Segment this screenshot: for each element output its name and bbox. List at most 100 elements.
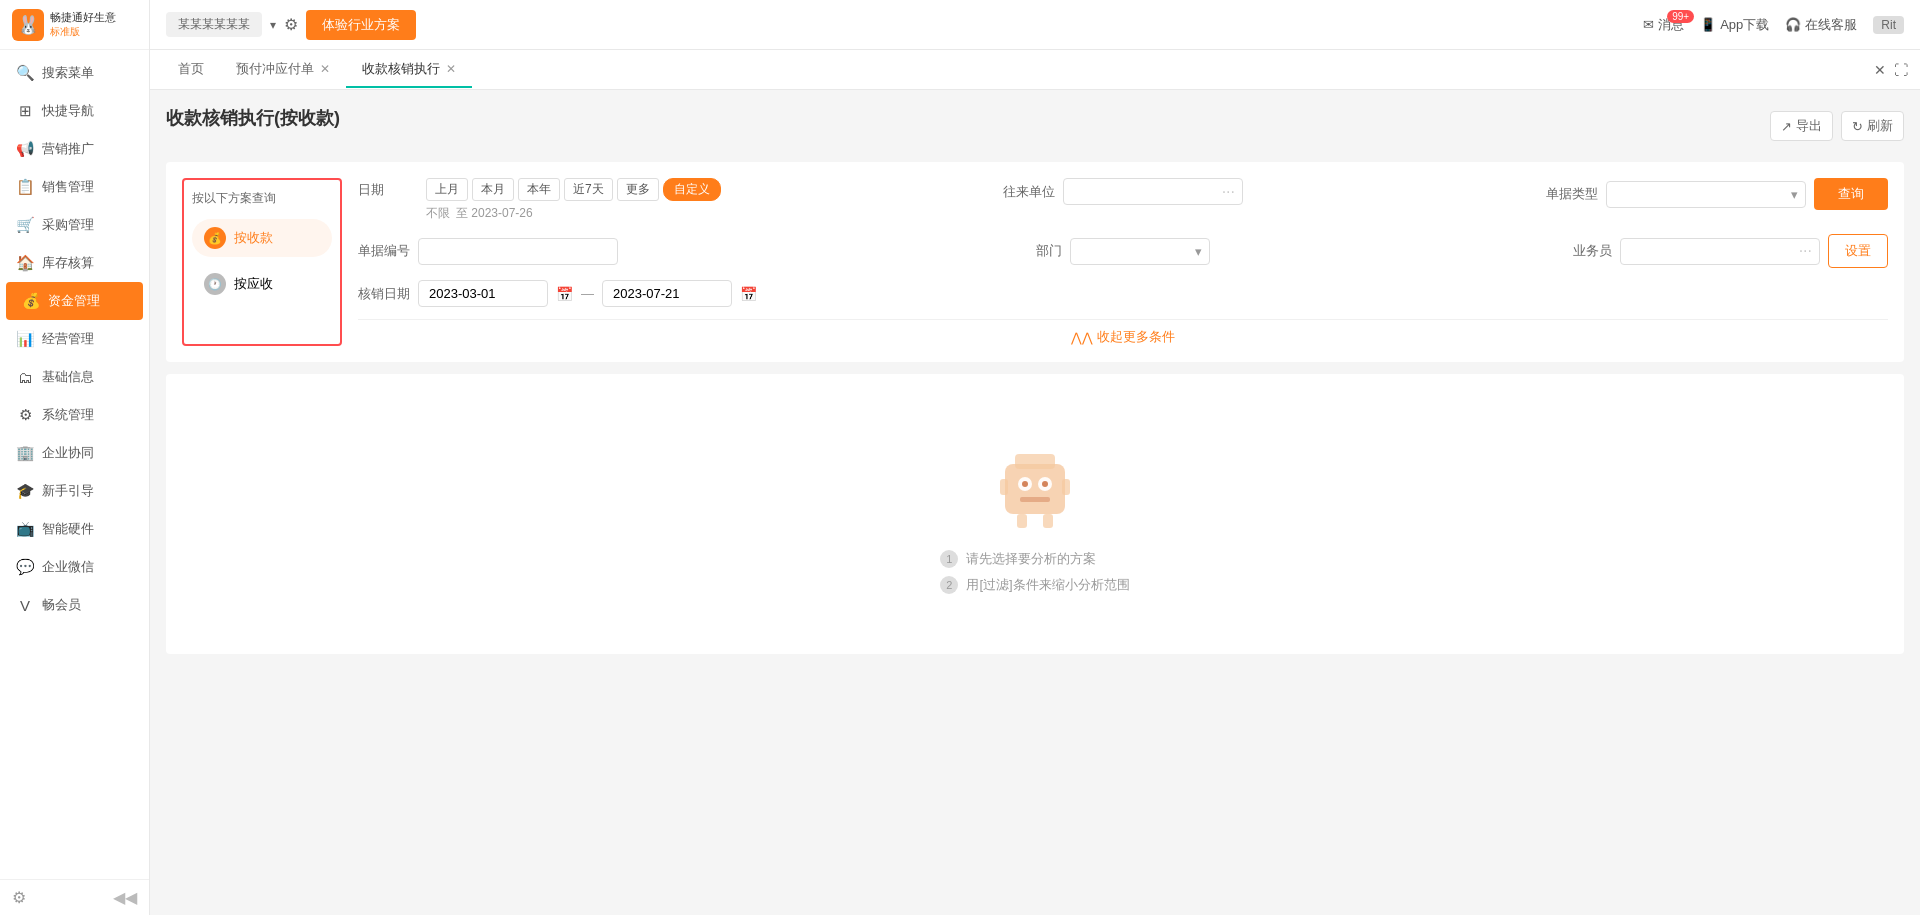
date-label: 日期 xyxy=(358,181,418,199)
sidebar-item-beginner[interactable]: 🎓新手引导 xyxy=(0,472,149,510)
refresh-icon: ↻ xyxy=(1852,119,1863,134)
date-custom[interactable]: 自定义 xyxy=(663,178,721,201)
sidebar-item-business[interactable]: 📊经营管理 xyxy=(0,320,149,358)
svg-rect-9 xyxy=(1017,514,1027,528)
logo-icon: 🐰 xyxy=(12,9,44,41)
tab-receivable-writeoff[interactable]: 收款核销执行 ✕ xyxy=(346,52,472,88)
sidebar-item-basic[interactable]: 🗂基础信息 xyxy=(0,358,149,396)
empty-tip-1: 1 请先选择要分析的方案 xyxy=(940,550,1129,568)
sales-icon: 📋 xyxy=(16,178,34,196)
filter-fields: 日期 上月 本月 本年 近7天 更多 自定义 不限 xyxy=(358,178,1888,346)
logo-sub: 标准版 xyxy=(50,25,116,39)
calendar-start-icon[interactable]: 📅 xyxy=(556,286,573,302)
sidebar-item-hardware[interactable]: 📺智能硬件 xyxy=(0,510,149,548)
svg-rect-6 xyxy=(1020,497,1050,502)
refresh-button[interactable]: ↻ 刷新 xyxy=(1841,111,1904,141)
tab-receivable-close[interactable]: ✕ xyxy=(446,62,456,76)
sidebar-item-purchase[interactable]: 🛒采购管理 xyxy=(0,206,149,244)
settings-button[interactable]: 设置 xyxy=(1828,234,1888,268)
empty-state: 1 请先选择要分析的方案 2 用[过滤]条件来缩小分析范围 xyxy=(166,374,1904,654)
date-last-month[interactable]: 上月 xyxy=(426,178,468,201)
chevron-up-icon: ⋀⋀ xyxy=(1071,330,1093,345)
finance-icon: 💰 xyxy=(22,292,40,310)
date-7days[interactable]: 近7天 xyxy=(564,178,613,201)
sidebar-item-enterprise[interactable]: 🏢企业协同 xyxy=(0,434,149,472)
writeoff-start-input[interactable] xyxy=(418,280,548,307)
staff-more-icon[interactable]: ··· xyxy=(1799,242,1812,260)
sidebar-footer: ⚙ ◀◀ xyxy=(0,879,149,915)
empty-illustration xyxy=(975,434,1095,534)
sidebar-item-finance[interactable]: 💰资金管理 xyxy=(6,282,143,320)
user-avatar[interactable]: Rit xyxy=(1873,16,1904,34)
tab-prepay-close[interactable]: ✕ xyxy=(320,62,330,76)
date-shortcuts: 上月 本月 本年 近7天 更多 自定义 xyxy=(426,178,721,201)
brand-dropdown-icon[interactable]: ▾ xyxy=(270,18,276,32)
message-btn[interactable]: ✉ 消息 99+ xyxy=(1643,16,1684,34)
svg-rect-7 xyxy=(1000,479,1008,495)
svg-point-4 xyxy=(1022,481,1028,487)
receivable-icon: 🕐 xyxy=(204,273,226,295)
trial-button[interactable]: 体验行业方案 xyxy=(306,10,416,40)
doc-no-input[interactable] xyxy=(418,238,618,265)
system-icon: ⚙ xyxy=(16,406,34,424)
dept-label: 部门 xyxy=(1036,242,1062,260)
partner-more-icon[interactable]: ··· xyxy=(1222,183,1235,201)
page-content: 收款核销执行(按收款) ↗ 导出 ↻ 刷新 按以下方案查询 💰 按收款 xyxy=(150,90,1920,915)
tab-home[interactable]: 首页 xyxy=(162,52,220,88)
filter-section-title: 按以下方案查询 xyxy=(192,190,332,207)
sidebar-item-wechat[interactable]: 💬企业微信 xyxy=(0,548,149,586)
message-badge: 99+ xyxy=(1667,10,1694,23)
settings-gear-icon[interactable]: ⚙ xyxy=(284,15,298,34)
sidebar-item-member[interactable]: V畅会员 xyxy=(0,586,149,624)
sidebar-item-marketing[interactable]: 📢营销推广 xyxy=(0,130,149,168)
search-icon: 🔍 xyxy=(16,64,34,82)
sidebar-item-inventory[interactable]: 🏠库存核算 xyxy=(0,244,149,282)
message-icon: ✉ xyxy=(1643,17,1654,32)
date-to-text: 至 2023-07-26 xyxy=(456,205,533,222)
wechat-icon: 💬 xyxy=(16,558,34,576)
writeoff-date-range: 📅 — 📅 xyxy=(418,280,757,307)
logo: 🐰 畅捷通好生意 标准版 xyxy=(0,0,149,50)
online-service-btn[interactable]: 🎧 在线客服 xyxy=(1785,16,1857,34)
sidebar-item-search[interactable]: 🔍搜索菜单 xyxy=(0,54,149,92)
export-icon: ↗ xyxy=(1781,119,1792,134)
query-button[interactable]: 查询 xyxy=(1814,178,1888,210)
export-button[interactable]: ↗ 导出 xyxy=(1770,111,1833,141)
logo-name: 畅捷通好生意 xyxy=(50,10,116,24)
date-this-year[interactable]: 本年 xyxy=(518,178,560,201)
collapse-more-btn[interactable]: ⋀⋀ 收起更多条件 xyxy=(358,319,1888,346)
date-this-month[interactable]: 本月 xyxy=(472,178,514,201)
filter-by-receipt[interactable]: 💰 按收款 xyxy=(192,219,332,257)
sidebar-item-system[interactable]: ⚙系统管理 xyxy=(0,396,149,434)
sidebar-nav: 🔍搜索菜单⊞快捷导航📢营销推广📋销售管理🛒采购管理🏠库存核算💰资金管理📊经营管理… xyxy=(0,50,149,879)
doc-type-select[interactable] xyxy=(1606,181,1806,208)
sidebar-item-sales[interactable]: 📋销售管理 xyxy=(0,168,149,206)
app-download-btn[interactable]: 📱 App下载 xyxy=(1700,16,1769,34)
collapse-icon[interactable]: ◀◀ xyxy=(113,888,137,907)
settings-icon[interactable]: ⚙ xyxy=(12,888,26,907)
main-content: 某某某某某某 ▾ ⚙ 体验行业方案 ✉ 消息 99+ 📱 App下载 🎧 在线客… xyxy=(150,0,1920,915)
maximize-icon[interactable]: ⛶ xyxy=(1894,62,1908,78)
partner-label: 往来单位 xyxy=(1003,183,1055,201)
enterprise-icon: 🏢 xyxy=(16,444,34,462)
partner-input[interactable] xyxy=(1063,178,1243,205)
writeoff-end-input[interactable] xyxy=(602,280,732,307)
sidebar-item-quick-nav[interactable]: ⊞快捷导航 xyxy=(0,92,149,130)
basic-icon: 🗂 xyxy=(16,369,34,386)
writeoff-date-label: 核销日期 xyxy=(358,285,410,303)
svg-point-5 xyxy=(1042,481,1048,487)
beginner-icon: 🎓 xyxy=(16,482,34,500)
svg-rect-0 xyxy=(1005,464,1065,514)
tab-prepay[interactable]: 预付冲应付单 ✕ xyxy=(220,52,346,88)
filter-options-panel: 按以下方案查询 💰 按收款 🕐 按应收 xyxy=(182,178,342,346)
calendar-end-icon[interactable]: 📅 xyxy=(740,286,757,302)
staff-input[interactable] xyxy=(1620,238,1820,265)
empty-tips: 1 请先选择要分析的方案 2 用[过滤]条件来缩小分析范围 xyxy=(940,550,1129,594)
page-title: 收款核销执行(按收款) xyxy=(166,106,340,130)
dept-select[interactable] xyxy=(1070,238,1210,265)
inventory-icon: 🏠 xyxy=(16,254,34,272)
close-window-icon[interactable]: ✕ xyxy=(1874,62,1886,78)
date-more[interactable]: 更多 xyxy=(617,178,659,201)
svg-rect-10 xyxy=(1043,514,1053,528)
filter-by-receivable[interactable]: 🕐 按应收 xyxy=(192,265,332,303)
